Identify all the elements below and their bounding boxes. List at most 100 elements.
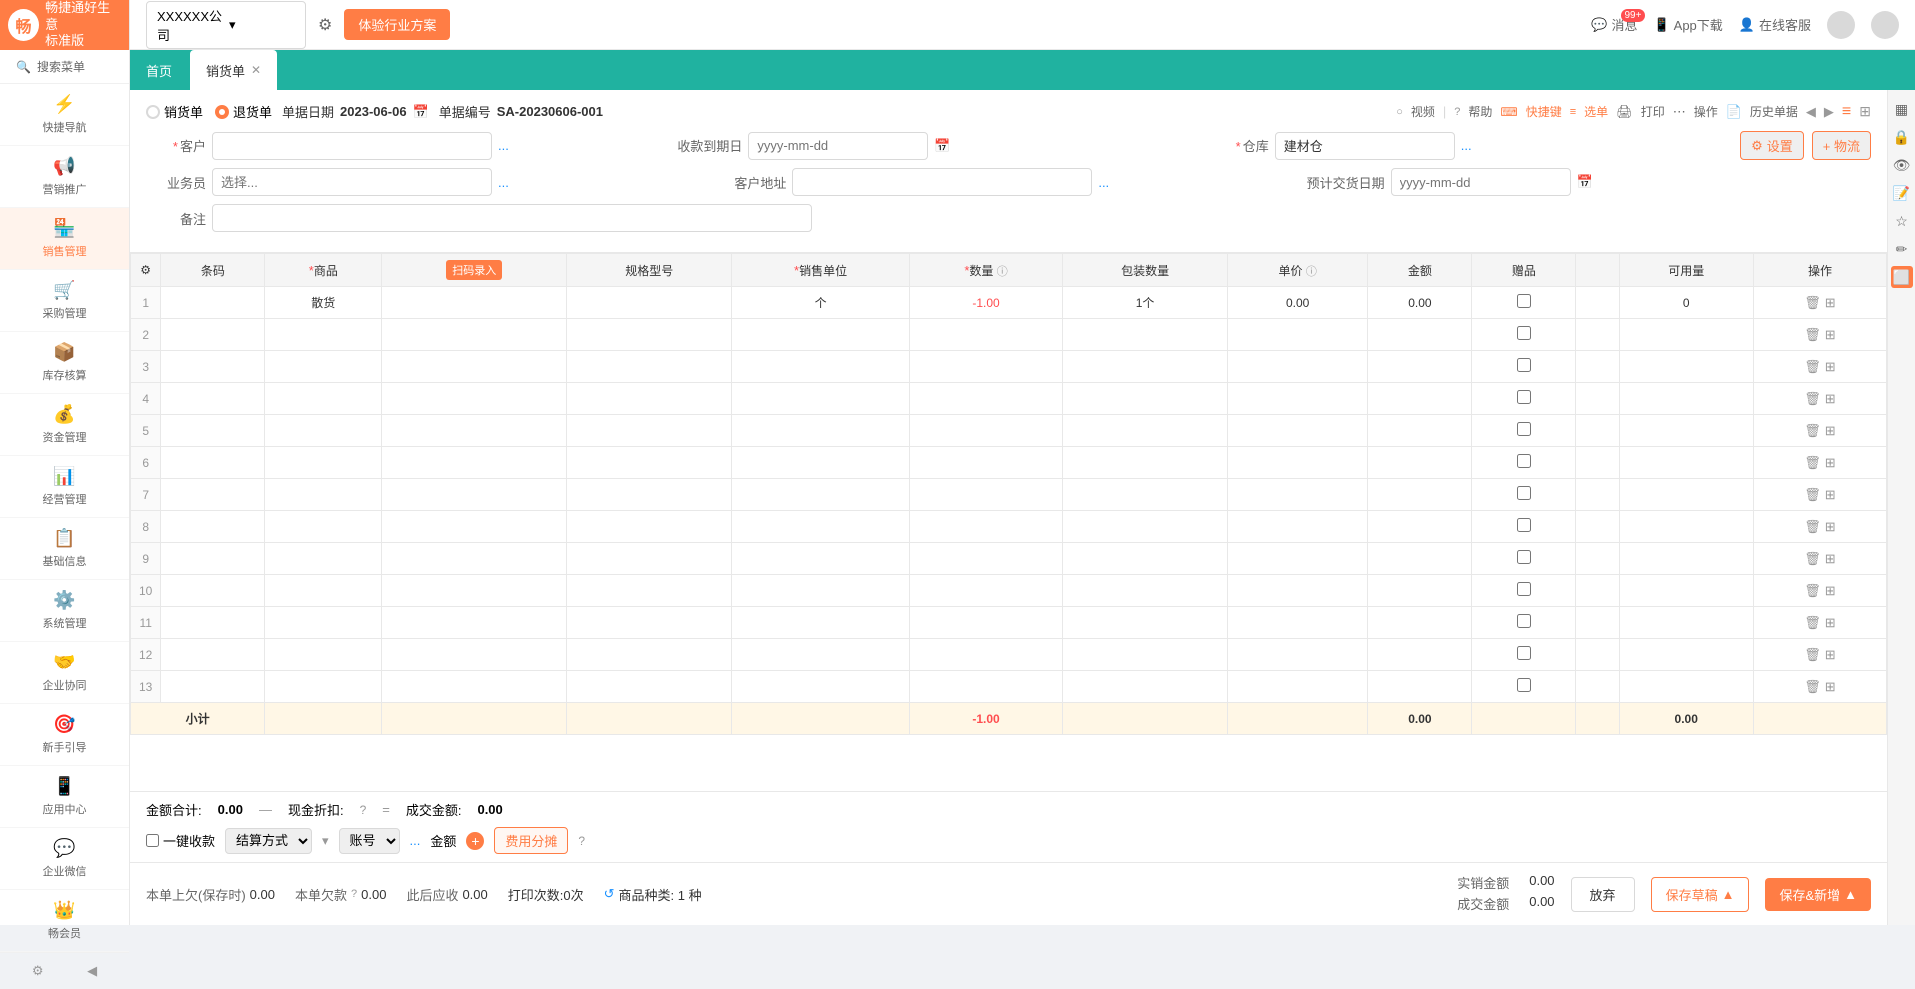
mini-btn-grid[interactable]: ▦ (1891, 98, 1913, 120)
cell-spec[interactable] (567, 479, 732, 511)
cell-gift[interactable] (1472, 671, 1576, 703)
app-download-button[interactable]: 📱 App下载 (1653, 15, 1722, 34)
mini-btn-note[interactable]: 📝 (1891, 182, 1913, 204)
sidebar-item-enterprise[interactable]: 🤝 企业协同 (0, 642, 129, 704)
salesperson-input[interactable] (212, 168, 492, 196)
video-btn[interactable]: 视频 (1411, 103, 1435, 120)
cell-barcode[interactable] (161, 511, 265, 543)
cell-unit[interactable] (732, 511, 910, 543)
cell-spec[interactable] (567, 415, 732, 447)
sidebar-item-member[interactable]: 👑 畅会员 (0, 890, 129, 952)
tab-home[interactable]: 首页 (130, 50, 188, 90)
cell-product[interactable] (265, 511, 382, 543)
cell-gift[interactable] (1472, 607, 1576, 639)
cell-price[interactable] (1228, 319, 1368, 351)
expense-question-icon[interactable]: ? (578, 834, 585, 848)
cell-qty[interactable] (909, 383, 1062, 415)
cell-amount[interactable] (1368, 319, 1472, 351)
cell-barcode[interactable] (161, 383, 265, 415)
online-support-button[interactable]: 👤 在线客服 (1739, 15, 1811, 34)
scan-button[interactable]: 扫码录入 (446, 260, 502, 280)
cell-qty[interactable] (909, 479, 1062, 511)
cell-barcode[interactable] (161, 575, 265, 607)
cell-spec[interactable] (567, 319, 732, 351)
cell-barcode[interactable] (161, 479, 265, 511)
cell-spec[interactable] (567, 671, 732, 703)
gift-checkbox[interactable] (1517, 518, 1531, 532)
gift-checkbox[interactable] (1517, 358, 1531, 372)
cell-gift[interactable] (1472, 575, 1576, 607)
sidebar-item-inventory[interactable]: 📦 库存核算 (0, 332, 129, 394)
stat-product-count[interactable]: ↺ 商品种类: 1 种 (604, 885, 702, 904)
cell-unit[interactable] (732, 671, 910, 703)
grid-view-icon[interactable]: ⊞ (1859, 103, 1871, 120)
cell-product[interactable] (265, 639, 382, 671)
cell-price[interactable] (1228, 415, 1368, 447)
gift-checkbox[interactable] (1517, 646, 1531, 660)
cell-price[interactable]: 0.00 (1228, 287, 1368, 319)
cell-amount[interactable] (1368, 575, 1472, 607)
gift-checkbox[interactable] (1517, 326, 1531, 340)
sidebar-settings-icon[interactable]: ⚙ (32, 963, 44, 979)
delete-icon[interactable]: 🗑 (1804, 423, 1821, 438)
cell-qty[interactable] (909, 639, 1062, 671)
cell-qty[interactable] (909, 447, 1062, 479)
cell-unit[interactable] (732, 607, 910, 639)
cell-qty[interactable] (909, 671, 1062, 703)
customer-more-icon[interactable]: ... (498, 138, 509, 153)
save-new-button[interactable]: 保存&新增 ▲ (1765, 878, 1871, 911)
cell-spec[interactable] (567, 383, 732, 415)
save-draft-button[interactable]: 保存草稿 ▲ (1651, 877, 1750, 912)
tab-sales-order[interactable]: 销货单 ✕ (190, 50, 277, 90)
delivery-calendar-icon[interactable]: 📅 (1577, 174, 1593, 190)
delete-icon[interactable]: 🗑 (1804, 679, 1821, 694)
payment-checkbox-label[interactable]: 一键收款 (146, 831, 215, 850)
salesperson-more-icon[interactable]: ... (498, 175, 509, 190)
mini-btn-star[interactable]: ☆ (1891, 210, 1913, 232)
sidebar-item-operations[interactable]: 📊 经营管理 (0, 456, 129, 518)
expense-btn[interactable]: 费用分摊 (494, 827, 568, 854)
delete-icon[interactable]: 🗑 (1804, 487, 1821, 502)
cell-spec[interactable] (567, 351, 732, 383)
copy-icon[interactable]: ⊞ (1825, 423, 1836, 438)
cell-unit[interactable] (732, 479, 910, 511)
cell-qty[interactable] (909, 575, 1062, 607)
cell-gift[interactable] (1472, 447, 1576, 479)
next-icon[interactable]: ▶ (1824, 104, 1834, 120)
cell-spec[interactable] (567, 287, 732, 319)
question-icon3[interactable]: ? (351, 888, 357, 900)
cell-gift[interactable] (1472, 383, 1576, 415)
copy-icon[interactable]: ⊞ (1825, 583, 1836, 598)
sidebar-item-quick-nav[interactable]: ⚡ 快捷导航 (0, 84, 129, 146)
copy-icon[interactable]: ⊞ (1825, 551, 1836, 566)
cell-pack-qty[interactable] (1063, 447, 1228, 479)
gift-checkbox[interactable] (1517, 486, 1531, 500)
cell-qty[interactable] (909, 415, 1062, 447)
cell-price[interactable] (1228, 575, 1368, 607)
cell-product[interactable] (265, 543, 382, 575)
cell-product[interactable] (265, 383, 382, 415)
delete-icon[interactable]: 🗑 (1804, 295, 1821, 310)
gift-checkbox[interactable] (1517, 422, 1531, 436)
cell-unit[interactable] (732, 447, 910, 479)
remarks-input[interactable] (212, 204, 812, 232)
avatar2[interactable] (1871, 11, 1899, 39)
cell-product[interactable] (265, 575, 382, 607)
cell-product[interactable] (265, 671, 382, 703)
cell-spec[interactable] (567, 607, 732, 639)
cell-barcode[interactable] (161, 415, 265, 447)
gift-checkbox[interactable] (1517, 294, 1531, 308)
cell-unit[interactable] (732, 415, 910, 447)
settings-button[interactable]: ⚙ 设置 (1740, 131, 1804, 160)
cell-price[interactable] (1228, 543, 1368, 575)
cell-unit[interactable] (732, 383, 910, 415)
delete-icon[interactable]: 🗑 (1804, 647, 1821, 662)
cell-qty[interactable] (909, 543, 1062, 575)
cell-pack-qty[interactable] (1063, 319, 1228, 351)
cell-gift[interactable] (1472, 543, 1576, 575)
warehouse-more-icon[interactable]: ... (1461, 138, 1472, 153)
cell-unit[interactable]: 个 (732, 287, 910, 319)
cell-gift[interactable] (1472, 479, 1576, 511)
account-more-icon[interactable]: ... (410, 833, 421, 848)
cell-product[interactable] (265, 447, 382, 479)
